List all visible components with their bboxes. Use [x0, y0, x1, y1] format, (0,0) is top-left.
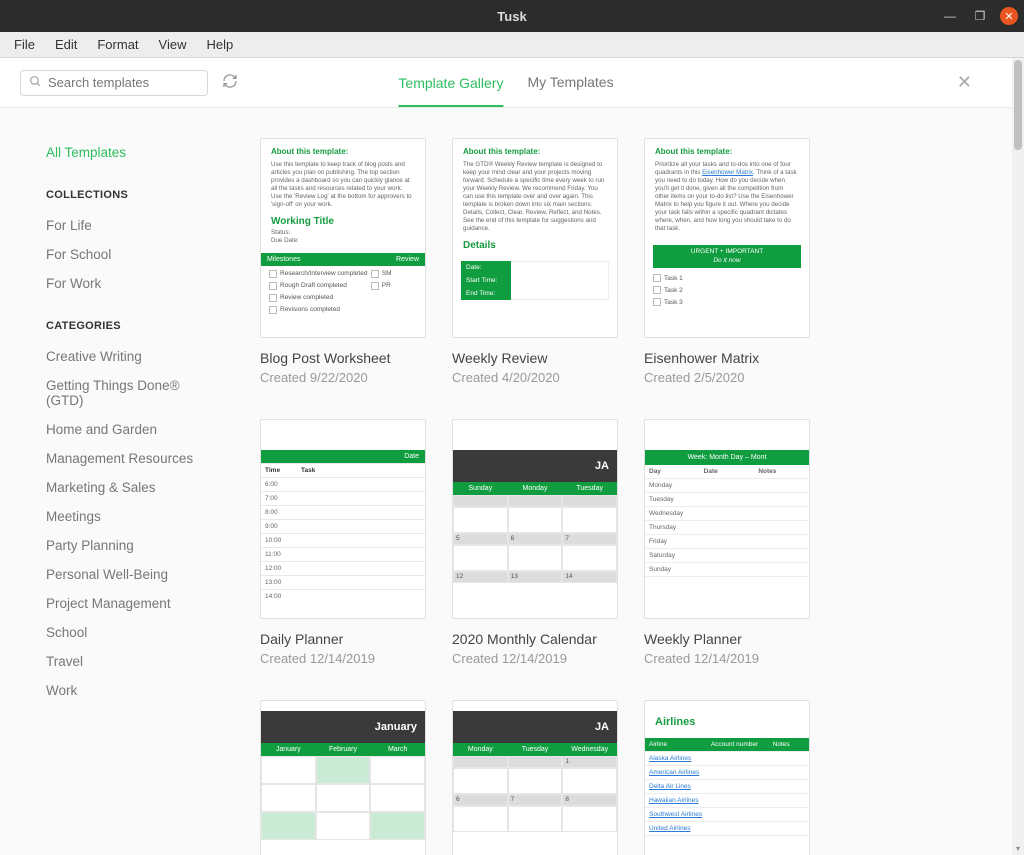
template-blog-post[interactable]: About this template: Use this template t…	[260, 138, 426, 385]
template-title: Blog Post Worksheet	[260, 350, 426, 366]
titlebar: Tusk — ❐ ✕	[0, 0, 1024, 32]
menu-format[interactable]: Format	[89, 34, 146, 55]
search-icon	[29, 75, 42, 91]
sidebar-categories-header: CATEGORIES	[46, 320, 220, 332]
sidebar-item-management[interactable]: Management Resources	[46, 444, 220, 473]
tab-template-gallery[interactable]: Template Gallery	[398, 59, 503, 107]
sidebar-item-creative-writing[interactable]: Creative Writing	[46, 342, 220, 371]
template-weekly-planner[interactable]: Week: Month Day – Mont DayDateNotes Mond…	[644, 419, 810, 666]
template-daily-planner[interactable]: Date TimeTask 6:00 7:00 8:00 9:00 10:00 …	[260, 419, 426, 666]
template-monthly-calendar[interactable]: JA SundayMondayTuesday 567 121314 2020 M…	[452, 419, 618, 666]
refresh-icon[interactable]	[222, 73, 238, 92]
maximize-button[interactable]: ❐	[970, 6, 990, 26]
template-eisenhower[interactable]: About this template: Prioritize all your…	[644, 138, 810, 385]
thumb-about-label: About this template:	[271, 147, 415, 158]
sidebar-item-for-work[interactable]: For Work	[46, 269, 220, 298]
minimize-button[interactable]: —	[940, 6, 960, 26]
sidebar-item-home-garden[interactable]: Home and Garden	[46, 415, 220, 444]
sidebar-item-gtd[interactable]: Getting Things Done® (GTD)	[46, 371, 220, 415]
menu-edit[interactable]: Edit	[47, 34, 85, 55]
template-grid: About this template: Use this template t…	[240, 108, 1012, 855]
scrollbar-thumb[interactable]	[1014, 60, 1022, 150]
search-box[interactable]	[20, 70, 208, 96]
close-gallery-button[interactable]: ✕	[957, 72, 972, 93]
sidebar-item-party[interactable]: Party Planning	[46, 531, 220, 560]
window-controls: — ❐ ✕	[940, 6, 1018, 26]
menubar: File Edit Format View Help	[0, 32, 1024, 58]
sidebar-item-for-school[interactable]: For School	[46, 240, 220, 269]
sidebar-all-templates[interactable]: All Templates	[46, 138, 220, 167]
sidebar-item-project-mgmt[interactable]: Project Management	[46, 589, 220, 618]
template-meta: Created 9/22/2020	[260, 370, 426, 385]
template-monthly-2[interactable]: JA MondayTuesdayWednesday 1 678	[452, 700, 618, 855]
thumb-working-title: Working Title	[271, 215, 415, 229]
sidebar-item-for-life[interactable]: For Life	[46, 211, 220, 240]
sidebar: All Templates COLLECTIONS For Life For S…	[0, 108, 240, 855]
close-button[interactable]: ✕	[1000, 7, 1018, 25]
scrollbar[interactable]: ▾	[1012, 58, 1024, 855]
thumb-blog-desc: Use this template to keep track of blog …	[271, 161, 415, 209]
topbar: Template Gallery My Templates ✕	[0, 58, 1012, 108]
search-input[interactable]	[48, 75, 199, 90]
sidebar-item-travel[interactable]: Travel	[46, 647, 220, 676]
body: All Templates COLLECTIONS For Life For S…	[0, 108, 1012, 855]
template-yearly-calendar[interactable]: January JanuaryFebruaryMarch	[260, 700, 426, 855]
sidebar-item-marketing[interactable]: Marketing & Sales	[46, 473, 220, 502]
sidebar-item-school[interactable]: School	[46, 618, 220, 647]
scrollbar-down-icon[interactable]: ▾	[1012, 844, 1024, 853]
template-airlines[interactable]: Airlines AirlineAccount numberNotes Alas…	[644, 700, 810, 855]
sidebar-item-meetings[interactable]: Meetings	[46, 502, 220, 531]
tab-my-templates[interactable]: My Templates	[527, 74, 613, 92]
template-weekly-review[interactable]: About this template: The GTD® Weekly Rev…	[452, 138, 618, 385]
sidebar-item-wellbeing[interactable]: Personal Well-Being	[46, 560, 220, 589]
menu-view[interactable]: View	[151, 34, 195, 55]
content-area: Template Gallery My Templates ✕ All Temp…	[0, 58, 1024, 855]
tabs: Template Gallery My Templates	[398, 58, 613, 107]
sidebar-item-work[interactable]: Work	[46, 676, 220, 705]
menu-help[interactable]: Help	[198, 34, 241, 55]
window-title: Tusk	[497, 9, 526, 24]
sidebar-collections-header: COLLECTIONS	[46, 189, 220, 201]
menu-file[interactable]: File	[6, 34, 43, 55]
